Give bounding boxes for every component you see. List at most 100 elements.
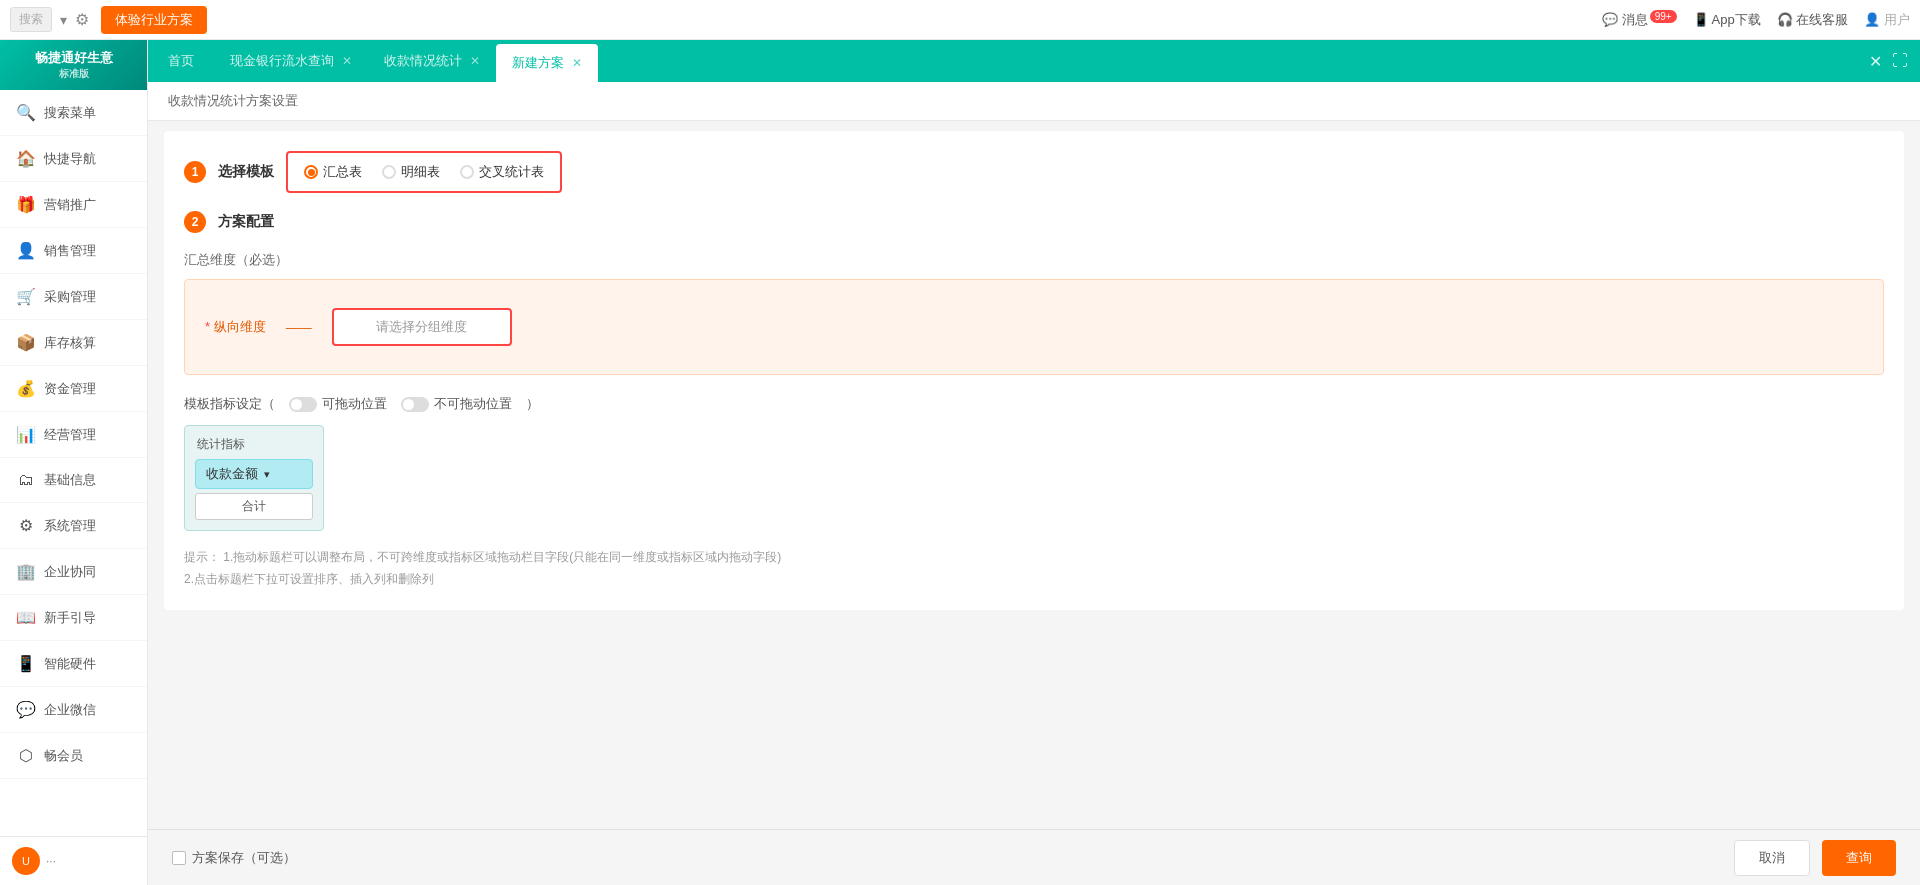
sidebar-item-newbie[interactable]: 📖 新手引导 (0, 595, 147, 641)
sidebar-item-finance[interactable]: 💰 资金管理 (0, 366, 147, 412)
tab-close-new-plan[interactable]: ✕ (572, 56, 582, 70)
step2-number: 2 (184, 211, 206, 233)
sidebar-item-search-menu[interactable]: 🔍 搜索菜单 (0, 90, 147, 136)
sidebar-item-base-info[interactable]: 🗂 基础信息 (0, 458, 147, 503)
query-button[interactable]: 查询 (1822, 840, 1896, 876)
trial-industry-button[interactable]: 体验行业方案 (101, 6, 207, 34)
tab-new-plan-label: 新建方案 (512, 54, 564, 72)
sidebar-username: ··· (46, 854, 56, 868)
dimension-input[interactable]: 请选择分组维度 (332, 308, 512, 346)
hint-text: 提示： 1.拖动标题栏可以调整布局，不可跨维度或指标区域拖动栏目字段(只能在同一… (184, 547, 1884, 590)
bottom-buttons: 取消 查询 (1734, 840, 1896, 876)
step2-row: 2 方案配置 (184, 211, 1884, 233)
save-option: 方案保存（可选） (172, 849, 296, 867)
tab-bar: 首页 现金银行流水查询 ✕ 收款情况统计 ✕ 新建方案 ✕ ✕ ⛶ (148, 40, 1920, 82)
sidebar-item-label: 营销推广 (44, 196, 96, 214)
radio-detail[interactable]: 明细表 (382, 163, 440, 181)
step1-row: 1 选择模板 汇总表 明细表 交叉统计表 (184, 151, 1884, 193)
breadcrumb-text: 收款情况统计方案设置 (168, 93, 298, 108)
money-icon: 💰 (16, 379, 36, 398)
sidebar-item-inventory[interactable]: 📦 库存核算 (0, 320, 147, 366)
logo-sub: 标准版 (35, 67, 113, 81)
sidebar-item-label: 新手引导 (44, 609, 96, 627)
tab-close-collection-stat[interactable]: ✕ (470, 54, 480, 68)
gift-icon: 🎁 (16, 195, 36, 214)
sidebar-item-label: 企业微信 (44, 701, 96, 719)
top-bar: 搜索 ▾ ⚙ 体验行业方案 💬 消息99+ 📱 App下载 🎧 在线客服 👤 用… (0, 0, 1920, 40)
phone-icon: 📱 (16, 654, 36, 673)
step1-title: 选择模板 (218, 163, 274, 181)
folder-icon: 🗂 (16, 471, 36, 489)
vertical-dim-label: * 纵向维度 (205, 318, 266, 336)
online-service-link[interactable]: 🎧 在线客服 (1777, 11, 1849, 29)
config-section: 汇总维度（必选） * 纵向维度 —— 请选择分组维度 模板指标设定（ (184, 251, 1884, 590)
metrics-chip-label: 收款金额 (206, 465, 258, 483)
tab-bank-flow[interactable]: 现金银行流水查询 ✕ (214, 40, 368, 82)
sidebar-item-system[interactable]: ⚙ 系统管理 (0, 503, 147, 549)
draggable-toggle-label: 可拖动位置 (289, 395, 387, 413)
sidebar-item-quick-nav[interactable]: 🏠 快捷导航 (0, 136, 147, 182)
sidebar-item-label: 智能硬件 (44, 655, 96, 673)
content-area: 首页 现金银行流水查询 ✕ 收款情况统计 ✕ 新建方案 ✕ ✕ ⛶ 收款情况统计… (148, 40, 1920, 885)
sidebar-item-label: 采购管理 (44, 288, 96, 306)
tab-close-bank-flow[interactable]: ✕ (342, 54, 352, 68)
dropdown-arrow-icon[interactable]: ▾ (60, 12, 67, 28)
top-search-text: 搜索 (19, 11, 43, 28)
draggable-toggle[interactable] (289, 397, 317, 412)
sidebar-item-label: 基础信息 (44, 471, 96, 489)
template-selector-box: 汇总表 明细表 交叉统计表 (286, 151, 562, 193)
person-icon: 👤 (16, 241, 36, 260)
sidebar-item-label: 快捷导航 (44, 150, 96, 168)
home-icon: 🏠 (16, 149, 36, 168)
radio-crosstab[interactable]: 交叉统计表 (460, 163, 544, 181)
chat-icon: 💬 (16, 700, 36, 719)
radio-summary[interactable]: 汇总表 (304, 163, 362, 181)
sidebar-item-enterprise-collab[interactable]: 🏢 企业协同 (0, 549, 147, 595)
metrics-chip[interactable]: 收款金额 ▾ (195, 459, 313, 489)
tab-close-window-icon[interactable]: ✕ (1869, 52, 1882, 71)
member-icon: ⬡ (16, 746, 36, 765)
sidebar-item-label: 搜索菜单 (44, 104, 96, 122)
chip-dropdown-icon[interactable]: ▾ (264, 468, 270, 481)
sidebar-item-smart-hardware[interactable]: 📱 智能硬件 (0, 641, 147, 687)
sidebar-item-operations[interactable]: 📊 经营管理 (0, 412, 147, 458)
radio-detail-label: 明细表 (401, 163, 440, 181)
main-layout: 畅捷通好生意 标准版 🔍 搜索菜单 🏠 快捷导航 🎁 营销推广 👤 销售管理 🛒… (0, 40, 1920, 885)
tab-expand-icon[interactable]: ⛶ (1892, 52, 1908, 70)
tab-bar-actions: ✕ ⛶ (1869, 52, 1920, 71)
tab-home[interactable]: 首页 (148, 40, 214, 82)
sidebar-item-label: 经营管理 (44, 426, 96, 444)
form-section: 1 选择模板 汇总表 明细表 交叉统计表 (164, 131, 1904, 610)
sidebar-item-label: 销售管理 (44, 242, 96, 260)
metrics-header-text: 模板指标设定（ (184, 395, 275, 413)
sidebar-item-label: 系统管理 (44, 517, 96, 535)
dimension-section-title: 汇总维度（必选） (184, 251, 1884, 269)
sidebar-logo: 畅捷通好生意 标准版 (0, 40, 147, 90)
cart-icon: 🛒 (16, 287, 36, 306)
messages-link[interactable]: 💬 消息99+ (1602, 11, 1677, 29)
tab-new-plan[interactable]: 新建方案 ✕ (496, 44, 598, 82)
sidebar-item-marketing[interactable]: 🎁 营销推广 (0, 182, 147, 228)
sidebar-item-sales[interactable]: 👤 销售管理 (0, 228, 147, 274)
sidebar-item-label: 企业协同 (44, 563, 96, 581)
not-draggable-toggle-label: 不可拖动位置 (401, 395, 512, 413)
cancel-button[interactable]: 取消 (1734, 840, 1810, 876)
sidebar-item-purchase[interactable]: 🛒 采购管理 (0, 274, 147, 320)
tab-bank-flow-label: 现金银行流水查询 (230, 52, 334, 70)
tab-collection-stat[interactable]: 收款情况统计 ✕ (368, 40, 496, 82)
sidebar-bottom: U ··· (0, 836, 147, 885)
sidebar-item-member[interactable]: ⬡ 畅会员 (0, 733, 147, 779)
sidebar-item-label: 资金管理 (44, 380, 96, 398)
dimension-arrow: —— (286, 320, 312, 335)
app-download-link[interactable]: 📱 App下载 (1693, 11, 1761, 29)
required-star: * (205, 319, 210, 334)
sidebar-item-enterprise-wechat[interactable]: 💬 企业微信 (0, 687, 147, 733)
tab-home-label: 首页 (168, 52, 194, 70)
not-draggable-toggle[interactable] (401, 397, 429, 412)
gear-icon[interactable]: ⚙ (75, 10, 89, 29)
save-checkbox[interactable] (172, 851, 186, 865)
user-avatar[interactable]: 👤 用户 (1864, 11, 1910, 29)
dimension-area: * 纵向维度 —— 请选择分组维度 (184, 279, 1884, 375)
tab-collection-stat-label: 收款情况统计 (384, 52, 462, 70)
radio-crosstab-label: 交叉统计表 (479, 163, 544, 181)
